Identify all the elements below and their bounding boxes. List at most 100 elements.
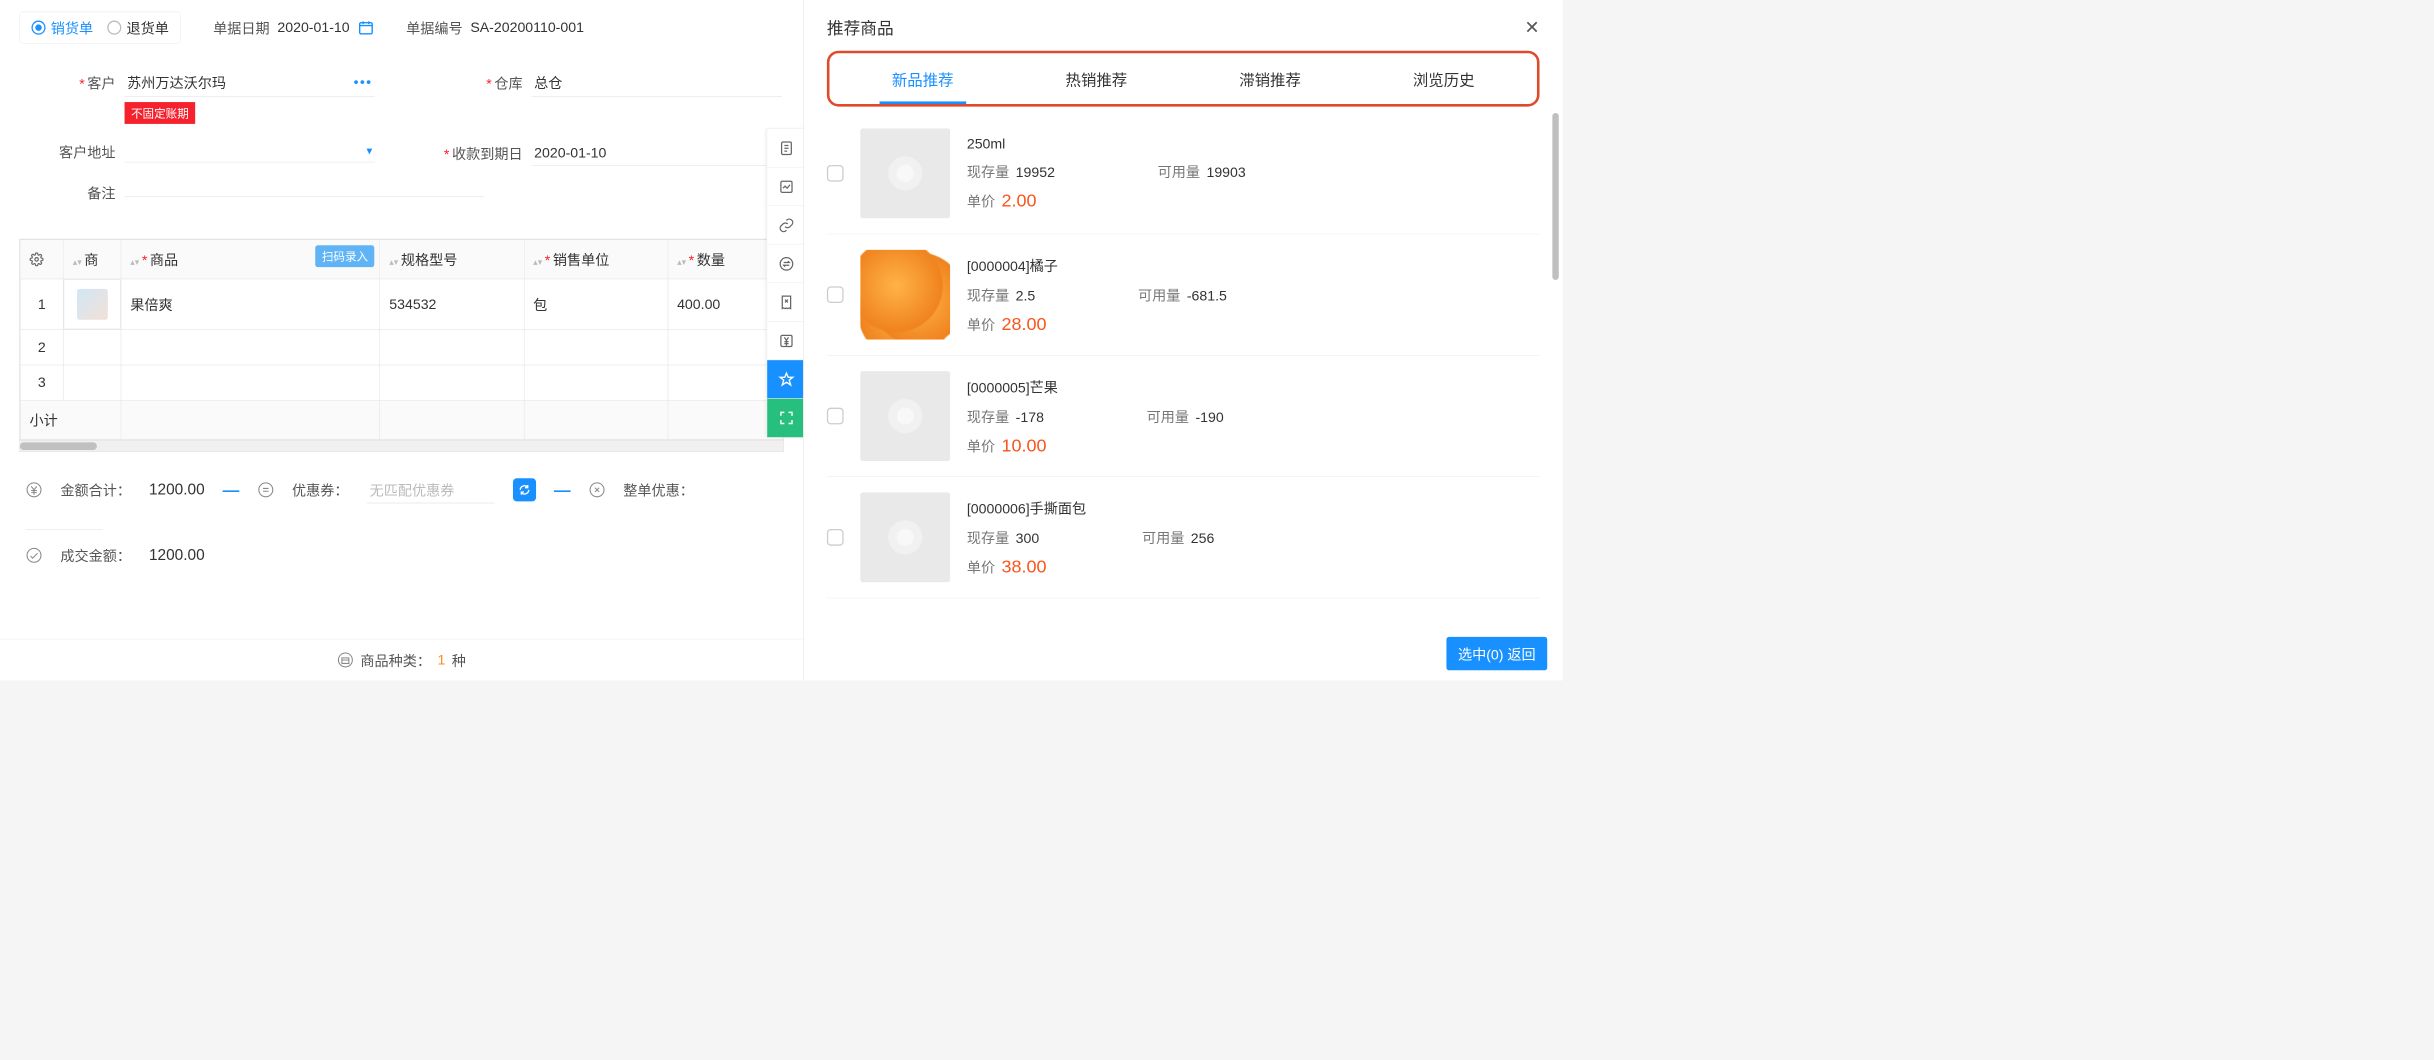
- product-thumb: [860, 250, 950, 340]
- tool-swap-icon[interactable]: [767, 245, 806, 284]
- avail-value: -190: [1195, 409, 1223, 425]
- tool-receipt-icon[interactable]: [767, 283, 806, 322]
- product-thumb: [860, 492, 950, 582]
- product-thumb: [860, 371, 950, 461]
- tool-doc-icon[interactable]: [767, 129, 806, 168]
- table-row[interactable]: 3: [20, 365, 783, 400]
- amount-value: 1200.00: [149, 481, 205, 499]
- warehouse-value: 总仓: [534, 72, 562, 93]
- close-icon[interactable]: ✕: [1524, 17, 1539, 38]
- doc-no-label: 单据编号: [406, 17, 463, 38]
- checkbox[interactable]: [827, 529, 844, 546]
- tab-history[interactable]: 浏览历史: [1357, 58, 1531, 98]
- addr-input[interactable]: ▾: [125, 141, 375, 163]
- deal-value: 1200.00: [149, 546, 205, 564]
- scan-entry-button[interactable]: 扫码录入: [315, 245, 374, 267]
- product-title: [0000004]橘子: [967, 255, 1540, 276]
- customer-value: 苏州万达沃尔玛: [127, 72, 226, 93]
- tool-link-icon[interactable]: [767, 206, 806, 245]
- col-spec[interactable]: ▴▾规格型号: [380, 240, 524, 279]
- doc-type-tabs: 销货单 退货单: [19, 12, 181, 44]
- due-input[interactable]: 2020-01-10: [532, 141, 782, 166]
- product-thumb: [860, 128, 950, 218]
- tool-star-icon[interactable]: [767, 360, 806, 399]
- product-list[interactable]: 250ml 现存量19952 可用量19903 单价2.00 [0000004]…: [804, 107, 1563, 627]
- stock-value: 19952: [1016, 164, 1055, 180]
- fixed-period-badge: 不固定账期: [125, 102, 196, 124]
- tool-chart-icon[interactable]: [767, 168, 806, 207]
- doc-header: 销货单 退货单 单据日期 2020-01-10 单据编号 SA-20200110…: [0, 0, 803, 55]
- rp-title: 推荐商品: [827, 15, 894, 39]
- tab-new[interactable]: 新品推荐: [836, 58, 1010, 98]
- radio-sales[interactable]: 销货单: [31, 17, 93, 38]
- radio-sales-label: 销货单: [51, 17, 93, 38]
- warehouse-input[interactable]: 总仓: [532, 68, 782, 97]
- minus-icon: —: [554, 480, 571, 500]
- list-item[interactable]: [0000006]手撕面包 现存量300 可用量256 单价38.00: [827, 477, 1540, 598]
- customer-input[interactable]: 苏州万达沃尔玛 •••: [125, 68, 375, 97]
- avail-value: -681.5: [1187, 288, 1227, 304]
- whole-discount-input[interactable]: [26, 521, 103, 529]
- table-row[interactable]: 1 果倍爽 534532 包 400.00: [20, 279, 783, 330]
- checkbox[interactable]: [827, 408, 844, 425]
- stock-value: 300: [1016, 530, 1040, 546]
- package-icon: [337, 652, 354, 669]
- col-thumb[interactable]: ▴▾商: [63, 240, 121, 279]
- gear-column[interactable]: [20, 240, 63, 279]
- list-item[interactable]: [0000005]芒果 现存量-178 可用量-190 单价10.00: [827, 356, 1540, 477]
- subtotal-row: 小计: [20, 400, 783, 439]
- items-table: ▴▾商 ▴▾*商品扫码录入 ▴▾规格型号 ▴▾*销售单位 ▴▾*数量 1 果倍爽…: [19, 239, 784, 452]
- stock-value: -178: [1016, 409, 1044, 425]
- refresh-button[interactable]: [513, 478, 536, 501]
- selected-return-button[interactable]: 选中(0) 返回: [1446, 637, 1547, 670]
- vertical-scrollbar[interactable]: [1552, 113, 1558, 280]
- list-item[interactable]: 250ml 现存量19952 可用量19903 单价2.00: [827, 113, 1540, 234]
- checkbox[interactable]: [827, 286, 844, 303]
- avail-value: 256: [1191, 530, 1215, 546]
- remark-label: 备注: [87, 186, 115, 202]
- horizontal-scrollbar[interactable]: [20, 440, 783, 452]
- whole-discount-label: 整单优惠：: [623, 480, 694, 501]
- addr-label: 客户地址: [59, 144, 116, 160]
- col-product[interactable]: ▴▾*商品扫码录入: [121, 240, 380, 279]
- price-value: 38.00: [1002, 557, 1047, 577]
- deal-icon: [26, 547, 43, 564]
- coupon-input[interactable]: 无匹配优惠券: [366, 476, 494, 503]
- calendar-icon[interactable]: [357, 19, 374, 36]
- minus-icon: —: [223, 480, 240, 500]
- doc-date-value[interactable]: 2020-01-10: [277, 19, 349, 36]
- kinds-unit: 种: [452, 650, 466, 671]
- due-label: 收款到期日: [452, 146, 523, 162]
- discount-icon: [589, 482, 606, 499]
- amount-label: 金额合计：: [60, 480, 131, 501]
- kinds-value: 1: [437, 652, 445, 669]
- list-item[interactable]: [0000004]橘子 现存量2.5 可用量-681.5 单价28.00: [827, 234, 1540, 355]
- warehouse-label: 仓库: [494, 75, 522, 91]
- col-unit[interactable]: ▴▾*销售单位: [524, 240, 668, 279]
- checkbox[interactable]: [827, 165, 844, 182]
- yen-icon: [26, 482, 43, 499]
- tool-yen-icon[interactable]: [767, 322, 806, 361]
- price-value: 10.00: [1002, 435, 1047, 455]
- table-row[interactable]: 2: [20, 330, 783, 365]
- product-title: [0000005]芒果: [967, 376, 1540, 397]
- tab-slow[interactable]: 滞销推荐: [1183, 58, 1357, 98]
- doc-date-label: 单据日期: [213, 17, 270, 38]
- radio-return-label: 退货单: [126, 17, 168, 38]
- more-icon[interactable]: •••: [354, 74, 373, 91]
- product-title: 250ml: [967, 135, 1540, 152]
- remark-input[interactable]: [125, 188, 485, 196]
- radio-return[interactable]: 退货单: [107, 17, 169, 38]
- rp-tabs-highlight: 新品推荐 热销推荐 滞销推荐 浏览历史: [827, 51, 1540, 107]
- deal-label: 成交金额：: [60, 545, 131, 566]
- avail-value: 19903: [1206, 164, 1245, 180]
- side-toolbar: [767, 128, 806, 437]
- stock-value: 2.5: [1016, 288, 1036, 304]
- chevron-down-icon[interactable]: ▾: [367, 144, 373, 157]
- price-value: 28.00: [1002, 314, 1047, 334]
- tab-hot[interactable]: 热销推荐: [1010, 58, 1184, 98]
- tool-expand-icon[interactable]: [767, 399, 806, 438]
- doc-no-value: SA-20200110-001: [470, 19, 584, 36]
- product-title: [0000006]手撕面包: [967, 498, 1540, 519]
- footer-bar: 商品种类： 1 种: [0, 639, 803, 681]
